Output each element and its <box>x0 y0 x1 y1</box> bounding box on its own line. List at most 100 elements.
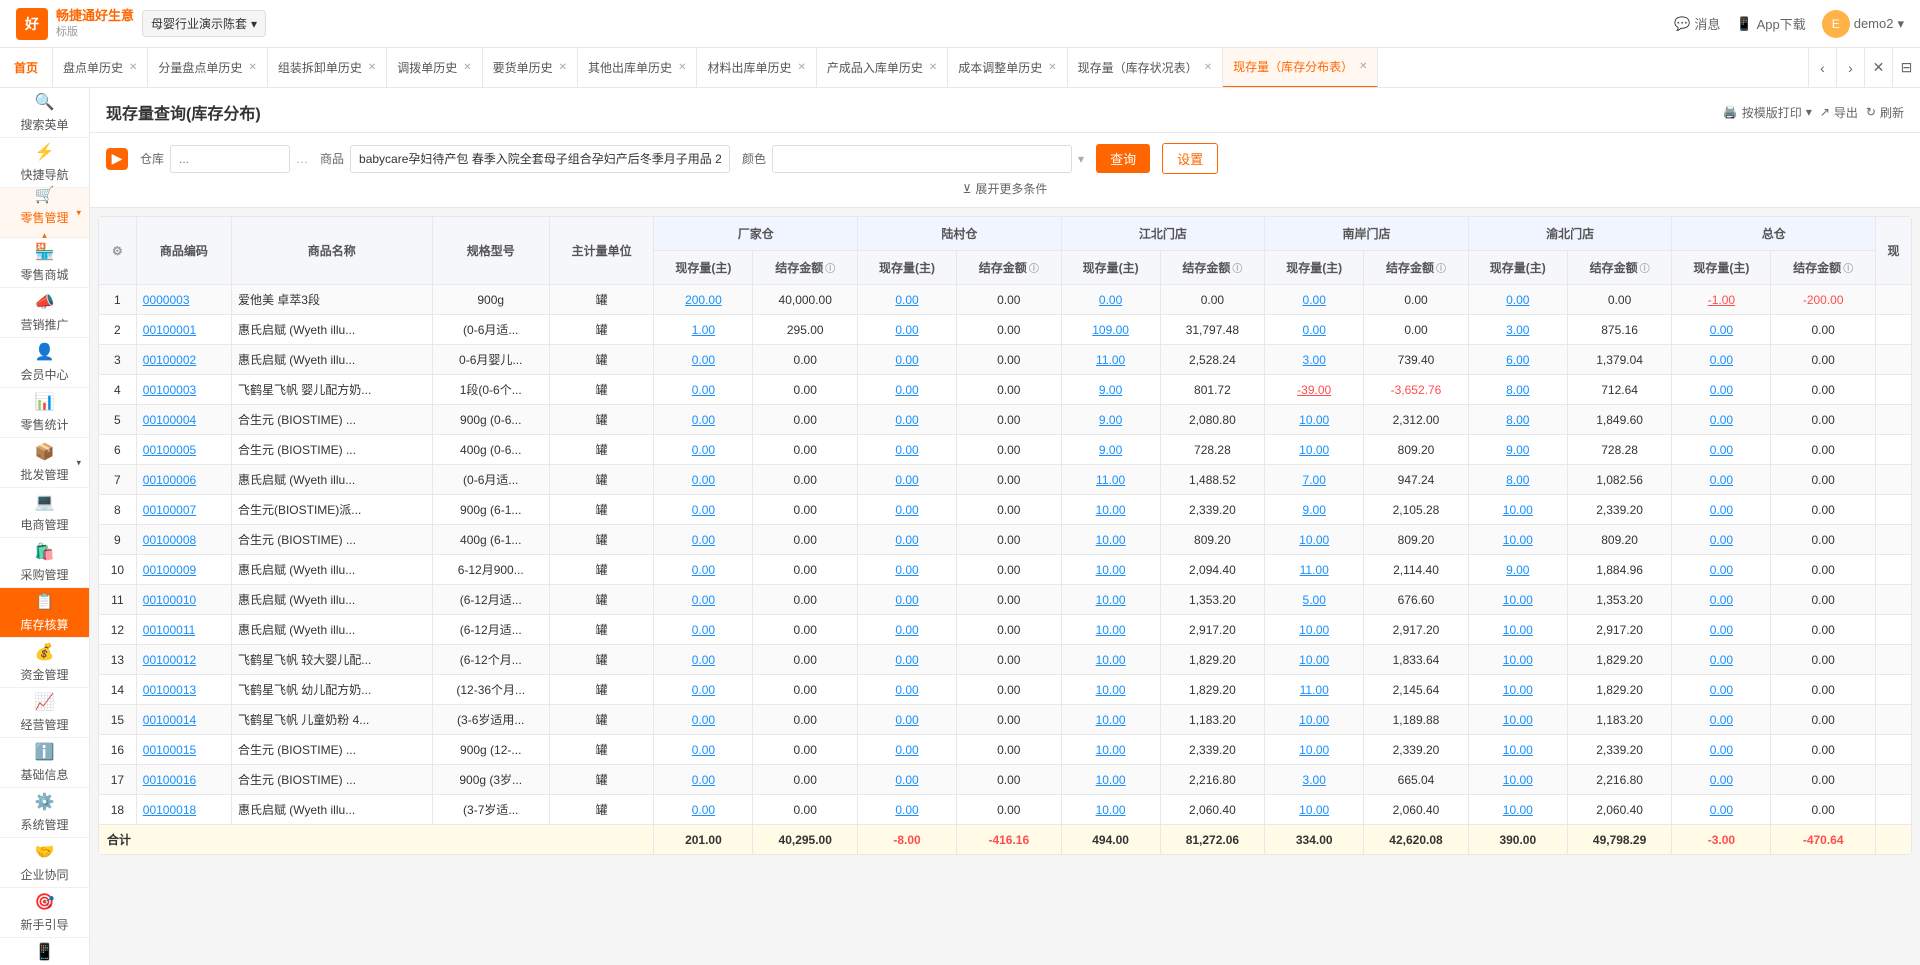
cell-yb-qty[interactable]: 10.00 <box>1468 525 1567 555</box>
sidebar-item-retail-mgmt[interactable]: 🛒 零售管理 ▴ <box>0 188 89 238</box>
cell-jb-qty[interactable]: 10.00 <box>1061 495 1160 525</box>
tab-close-btn[interactable]: ✕ <box>1864 48 1892 88</box>
info-icon[interactable]: ⓘ <box>825 264 835 275</box>
cell-code[interactable]: 00100012 <box>136 645 231 675</box>
filter-expand-btn[interactable]: ▶ <box>106 148 128 170</box>
sidebar-item-system[interactable]: ⚙️ 系统管理 <box>0 788 89 838</box>
tab-menu-btn[interactable]: ⊟ <box>1892 48 1920 88</box>
close-icon[interactable]: ✕ <box>1048 62 1056 73</box>
cell-jb-qty[interactable]: 10.00 <box>1061 555 1160 585</box>
tab-material-out[interactable]: 材料出库单历史 ✕ <box>697 48 816 88</box>
cell-code[interactable]: 00100007 <box>136 495 231 525</box>
sidebar-item-mall[interactable]: 🏪 零售商城 <box>0 238 89 288</box>
info-icon[interactable]: ⓘ <box>1232 264 1242 275</box>
cell-fj-qty[interactable]: 0.00 <box>654 435 753 465</box>
sidebar-item-collab[interactable]: 🤝 企业协同 <box>0 838 89 888</box>
tab-prev-btn[interactable]: ‹ <box>1808 48 1836 88</box>
info-icon[interactable]: ⓘ <box>1029 264 1039 275</box>
cell-lc-qty[interactable]: 0.00 <box>858 645 957 675</box>
sidebar-item-marketing[interactable]: 📣 营销推广 <box>0 288 89 338</box>
cell-na-qty[interactable]: 7.00 <box>1265 465 1364 495</box>
cell-fj-qty[interactable]: 0.00 <box>654 765 753 795</box>
sidebar-item-retail-stats[interactable]: 📊 零售统计 <box>0 388 89 438</box>
cell-total-qty[interactable]: 0.00 <box>1672 765 1771 795</box>
cell-na-qty[interactable]: 10.00 <box>1265 405 1364 435</box>
cell-fj-qty[interactable]: 0.00 <box>654 345 753 375</box>
cell-yb-qty[interactable]: 10.00 <box>1468 705 1567 735</box>
expand-conditions-btn[interactable]: ⊻ 展开更多条件 <box>963 180 1048 197</box>
info-icon[interactable]: ⓘ <box>1843 264 1853 275</box>
app-download-btn[interactable]: 📱 App下载 <box>1736 14 1805 33</box>
tab-next-btn[interactable]: › <box>1836 48 1864 88</box>
close-icon[interactable]: ✕ <box>678 62 686 73</box>
cell-na-qty[interactable]: 0.00 <box>1265 285 1364 315</box>
cell-na-qty[interactable]: 10.00 <box>1265 525 1364 555</box>
cell-yb-qty[interactable]: 10.00 <box>1468 795 1567 825</box>
cell-lc-qty[interactable]: 0.00 <box>858 405 957 435</box>
cell-yb-qty[interactable]: 10.00 <box>1468 765 1567 795</box>
cell-lc-qty[interactable]: 0.00 <box>858 585 957 615</box>
cell-yb-qty[interactable]: 10.00 <box>1468 735 1567 765</box>
cell-lc-qty[interactable]: 0.00 <box>858 285 957 315</box>
cell-lc-qty[interactable]: 0.00 <box>858 345 957 375</box>
cell-code[interactable]: 00100011 <box>136 615 231 645</box>
cell-fj-qty[interactable]: 0.00 <box>654 645 753 675</box>
cell-fj-qty[interactable]: 0.00 <box>654 705 753 735</box>
cell-na-qty[interactable]: 10.00 <box>1265 705 1364 735</box>
color-input[interactable] <box>772 145 1072 173</box>
cell-lc-qty[interactable]: 0.00 <box>858 435 957 465</box>
cell-jb-qty[interactable]: 10.00 <box>1061 795 1160 825</box>
cell-jb-qty[interactable]: 10.00 <box>1061 765 1160 795</box>
tab-home[interactable]: 首页 <box>0 48 53 88</box>
cell-na-qty[interactable]: 0.00 <box>1265 315 1364 345</box>
tab-cost-adjust[interactable]: 成本调整单历史 ✕ <box>948 48 1067 88</box>
cell-total-qty[interactable]: 0.00 <box>1672 375 1771 405</box>
cell-total-qty[interactable]: 0.00 <box>1672 705 1771 735</box>
cell-na-qty[interactable]: 10.00 <box>1265 735 1364 765</box>
close-icon[interactable]: ✕ <box>129 62 137 73</box>
cell-na-qty[interactable]: 3.00 <box>1265 345 1364 375</box>
info-icon[interactable]: ⓘ <box>1640 264 1650 275</box>
cell-fj-qty[interactable]: 0.00 <box>654 675 753 705</box>
sidebar-item-basic-info[interactable]: ℹ️ 基础信息 <box>0 738 89 788</box>
cell-jb-qty[interactable]: 10.00 <box>1061 645 1160 675</box>
goods-input[interactable] <box>350 145 730 173</box>
close-icon[interactable]: ✕ <box>463 62 471 73</box>
refresh-btn[interactable]: ↻ 刷新 <box>1866 104 1904 121</box>
cell-na-qty[interactable]: 10.00 <box>1265 435 1364 465</box>
cell-code[interactable]: 00100018 <box>136 795 231 825</box>
close-icon[interactable]: ✕ <box>929 62 937 73</box>
cell-lc-qty[interactable]: 0.00 <box>858 765 957 795</box>
cell-fj-qty[interactable]: 1.00 <box>654 315 753 345</box>
cell-lc-qty[interactable]: 0.00 <box>858 315 957 345</box>
tab-transfer[interactable]: 调拨单历史 ✕ <box>387 48 482 88</box>
cell-fj-qty[interactable]: 0.00 <box>654 465 753 495</box>
close-icon[interactable]: ✕ <box>559 62 567 73</box>
cell-total-qty[interactable]: 0.00 <box>1672 525 1771 555</box>
tab-inventory-check[interactable]: 盘点单历史 ✕ <box>53 48 148 88</box>
message-btn[interactable]: 💬 消息 <box>1674 14 1720 33</box>
cell-fj-qty[interactable]: 0.00 <box>654 525 753 555</box>
cell-yb-qty[interactable]: 9.00 <box>1468 435 1567 465</box>
cell-fj-qty[interactable]: 0.00 <box>654 495 753 525</box>
cell-code[interactable]: 00100004 <box>136 405 231 435</box>
cell-code[interactable]: 00100003 <box>136 375 231 405</box>
tab-stock-dist[interactable]: 现存量（库存分布表） ✕ <box>1223 48 1378 88</box>
cell-yb-qty[interactable]: 8.00 <box>1468 465 1567 495</box>
tab-order[interactable]: 要货单历史 ✕ <box>483 48 578 88</box>
cell-lc-qty[interactable]: 0.00 <box>858 735 957 765</box>
cell-lc-qty[interactable]: 0.00 <box>858 375 957 405</box>
sidebar-item-operations[interactable]: 📈 经营管理 <box>0 688 89 738</box>
user-area[interactable]: E demo2 ▾ <box>1822 10 1904 38</box>
cell-na-qty[interactable]: 10.00 <box>1265 645 1364 675</box>
sidebar-item-inventory[interactable]: 📋 库存核算 <box>0 588 89 638</box>
cell-code[interactable]: 00100001 <box>136 315 231 345</box>
cell-yb-qty[interactable]: 10.00 <box>1468 675 1567 705</box>
close-icon[interactable]: ✕ <box>1204 62 1212 73</box>
cell-total-qty[interactable]: -1.00 <box>1672 285 1771 315</box>
cell-yb-qty[interactable]: 8.00 <box>1468 405 1567 435</box>
cell-fj-qty[interactable]: 200.00 <box>654 285 753 315</box>
org-selector[interactable]: 母婴行业演示陈套 ▾ <box>142 10 266 37</box>
close-icon[interactable]: ✕ <box>797 62 805 73</box>
cell-code[interactable]: 0000003 <box>136 285 231 315</box>
